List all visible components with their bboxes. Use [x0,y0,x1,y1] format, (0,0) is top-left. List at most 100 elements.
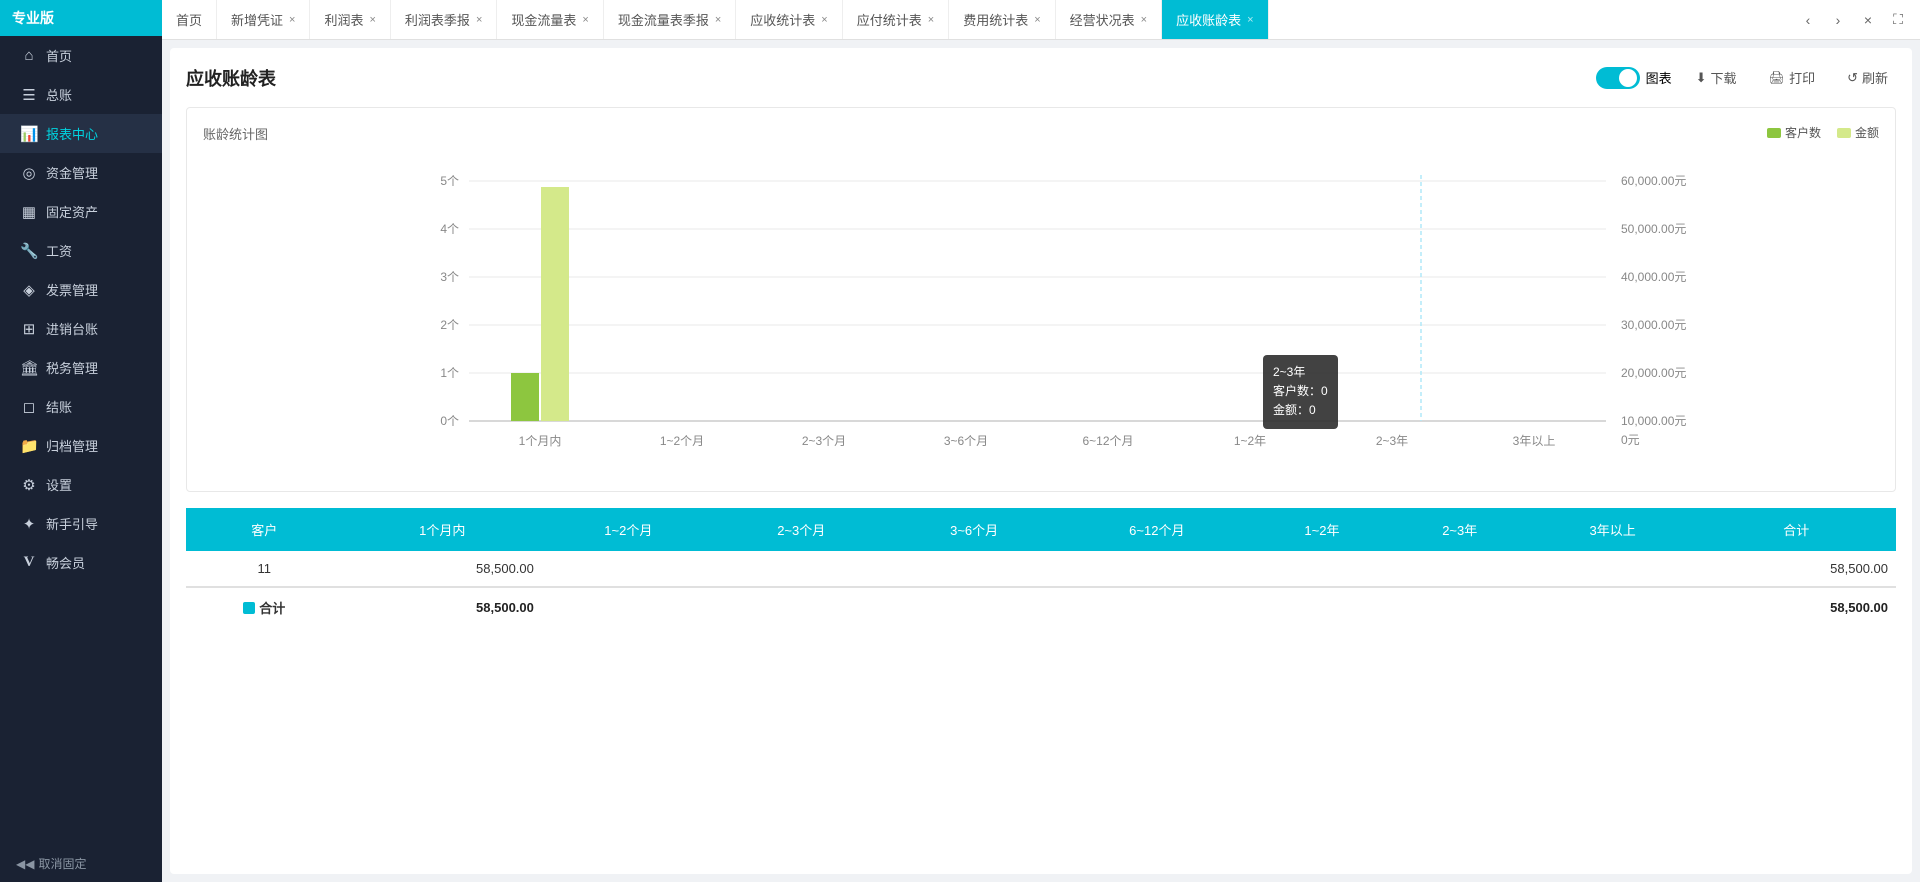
table-header-row: 客户 1个月内 1~2个月 2~3个月 3~6个月 6~12个月 1~2年 2~… [186,508,1896,551]
footer-m1: 58,500.00 [343,587,542,627]
sidebar-item-sales[interactable]: ⊞ 进销台账 [0,309,162,348]
tab-profit-close[interactable]: × [369,14,375,26]
tab-ar-aging-close[interactable]: × [1247,14,1253,26]
sidebar-item-vip[interactable]: V 畅会员 [0,543,162,582]
svg-text:1~2年: 1~2年 [1234,434,1266,448]
svg-text:1个: 1个 [440,366,459,380]
tab-cashflow-q[interactable]: 现金流量表季报 × [604,0,736,40]
svg-text:10,000.00元: 10,000.00元 [1621,414,1686,428]
sidebar-item-settle[interactable]: ◻ 结账 [0,387,162,426]
svg-text:4个: 4个 [440,222,459,236]
sidebar-item-fund[interactable]: ◎ 资金管理 [0,153,162,192]
sidebar-item-label: 报表中心 [46,124,98,143]
footer-m1-2 [542,587,715,627]
tab-cashflow-q-label: 现金流量表季报 [618,10,709,29]
chart-toggle-label: 图表 [1646,68,1672,87]
svg-text:30,000.00元: 30,000.00元 [1621,318,1686,332]
sidebar-item-salary[interactable]: 🔧 工资 [0,231,162,270]
content-area: 应收账龄表 图表 ⬇ 下载 🖨 打印 ↺ 刷新 [170,48,1912,874]
sidebar-item-tax[interactable]: 🏛 税务管理 [0,348,162,387]
tab-cashflow-q-close[interactable]: × [715,14,721,26]
archive-icon: 📁 [20,437,38,455]
chart-legend: 客户数 金额 [1767,124,1879,141]
sidebar-item-guide[interactable]: ✦ 新手引导 [0,504,162,543]
settings-icon: ⚙ [20,476,38,494]
svg-text:2~3年: 2~3年 [1376,434,1408,448]
tab-voucher-close[interactable]: × [289,14,295,26]
cell-y2-3 [1391,551,1529,587]
sidebar-item-ledger[interactable]: ☰ 总账 [0,75,162,114]
tab-close-all-btn[interactable]: × [1854,6,1882,34]
collapse-sidebar-btn[interactable]: ◀◀ 取消固定 [0,845,162,882]
tab-cashflow[interactable]: 现金流量表 × [497,0,603,40]
sidebar-item-label: 新手引导 [46,514,98,533]
sidebar: 专业版 ⌂ 首页 ☰ 总账 📊 报表中心 ◎ 资金管理 ▦ 固定资产 🔧 工资 … [0,0,162,882]
tab-ar-stat[interactable]: 应收统计表 × [736,0,842,40]
col-total: 合计 [1697,508,1896,551]
footer-m2-3 [715,587,888,627]
guide-icon: ✦ [20,515,38,533]
svg-text:2~3个月: 2~3个月 [802,434,846,448]
cell-customer: 11 [186,551,343,587]
tab-ar-stat-label: 应收统计表 [750,10,815,29]
tab-cashflow-close[interactable]: × [582,14,588,26]
tab-business-close[interactable]: × [1141,14,1147,26]
footer-total-label: 合计 [259,598,285,617]
vip-icon: V [20,554,38,571]
sidebar-item-asset[interactable]: ▦ 固定资产 [0,192,162,231]
tab-profit-q[interactable]: 利润表季报 × [391,0,497,40]
col-y1-2: 1~2年 [1253,508,1391,551]
tab-prev-btn[interactable]: ‹ [1794,6,1822,34]
svg-text:3个: 3个 [440,270,459,284]
sidebar-item-settings[interactable]: ⚙ 设置 [0,465,162,504]
tab-home[interactable]: 首页 [162,0,217,40]
sidebar-item-home[interactable]: ⌂ 首页 [0,36,162,75]
sidebar-item-archive[interactable]: 📁 归档管理 [0,426,162,465]
page-title: 应收账龄表 [186,65,276,91]
svg-text:5个: 5个 [440,174,459,188]
footer-total: 58,500.00 [1697,587,1896,627]
tab-ap-stat[interactable]: 应付统计表 × [843,0,949,40]
col-m1-2: 1~2个月 [542,508,715,551]
chart-title: 账龄统计图 [203,124,1879,143]
tab-expense-close[interactable]: × [1034,14,1040,26]
tab-profit-q-close[interactable]: × [476,14,482,26]
tab-ap-stat-close[interactable]: × [928,14,934,26]
download-btn[interactable]: ⬇ 下载 [1688,64,1745,91]
legend-customer: 客户数 [1767,124,1821,141]
refresh-btn[interactable]: ↺ 刷新 [1839,64,1896,91]
print-btn[interactable]: 🖨 打印 [1761,64,1824,91]
col-m6-12: 6~12个月 [1061,508,1253,551]
tab-ar-stat-close[interactable]: × [821,14,827,26]
tab-ar-aging[interactable]: 应收账龄表 × [1162,0,1268,40]
tab-profit[interactable]: 利润表 × [310,0,390,40]
tab-expense[interactable]: 费用统计表 × [949,0,1055,40]
tab-fullscreen-btn[interactable]: ⛶ [1884,6,1912,34]
col-m3-6: 3~6个月 [888,508,1061,551]
tab-voucher[interactable]: 新增凭证 × [217,0,310,40]
tab-business-label: 经营状况表 [1070,10,1135,29]
legend-amount-label: 金额 [1855,124,1879,141]
chart-toggle[interactable]: 图表 [1596,67,1672,89]
tab-business[interactable]: 经营状况表 × [1056,0,1162,40]
tab-profit-q-label: 利润表季报 [405,10,470,29]
svg-text:3~6个月: 3~6个月 [944,434,988,448]
data-table: 客户 1个月内 1~2个月 2~3个月 3~6个月 6~12个月 1~2年 2~… [186,508,1896,627]
app-logo: 专业版 [0,0,162,36]
sidebar-item-report[interactable]: 📊 报表中心 [0,114,162,153]
table-footer-row: 合计 58,500.00 58,500.00 [186,587,1896,627]
cell-y1-2 [1253,551,1391,587]
col-m1: 1个月内 [343,508,542,551]
tab-next-btn[interactable]: › [1824,6,1852,34]
tabbar-controls: ‹ › × ⛶ [1794,6,1920,34]
toggle-knob[interactable] [1596,67,1640,89]
sales-icon: ⊞ [20,320,38,338]
svg-text:3年以上: 3年以上 [1513,434,1556,448]
svg-text:1个月内: 1个月内 [519,434,562,448]
svg-text:50,000.00元: 50,000.00元 [1621,222,1686,236]
sidebar-item-invoice[interactable]: ◈ 发票管理 [0,270,162,309]
bar-1m-amount [541,187,569,421]
tab-ar-aging-label: 应收账龄表 [1176,10,1241,29]
svg-text:1~2个月: 1~2个月 [660,434,704,448]
footer-label: 合计 [186,587,343,627]
